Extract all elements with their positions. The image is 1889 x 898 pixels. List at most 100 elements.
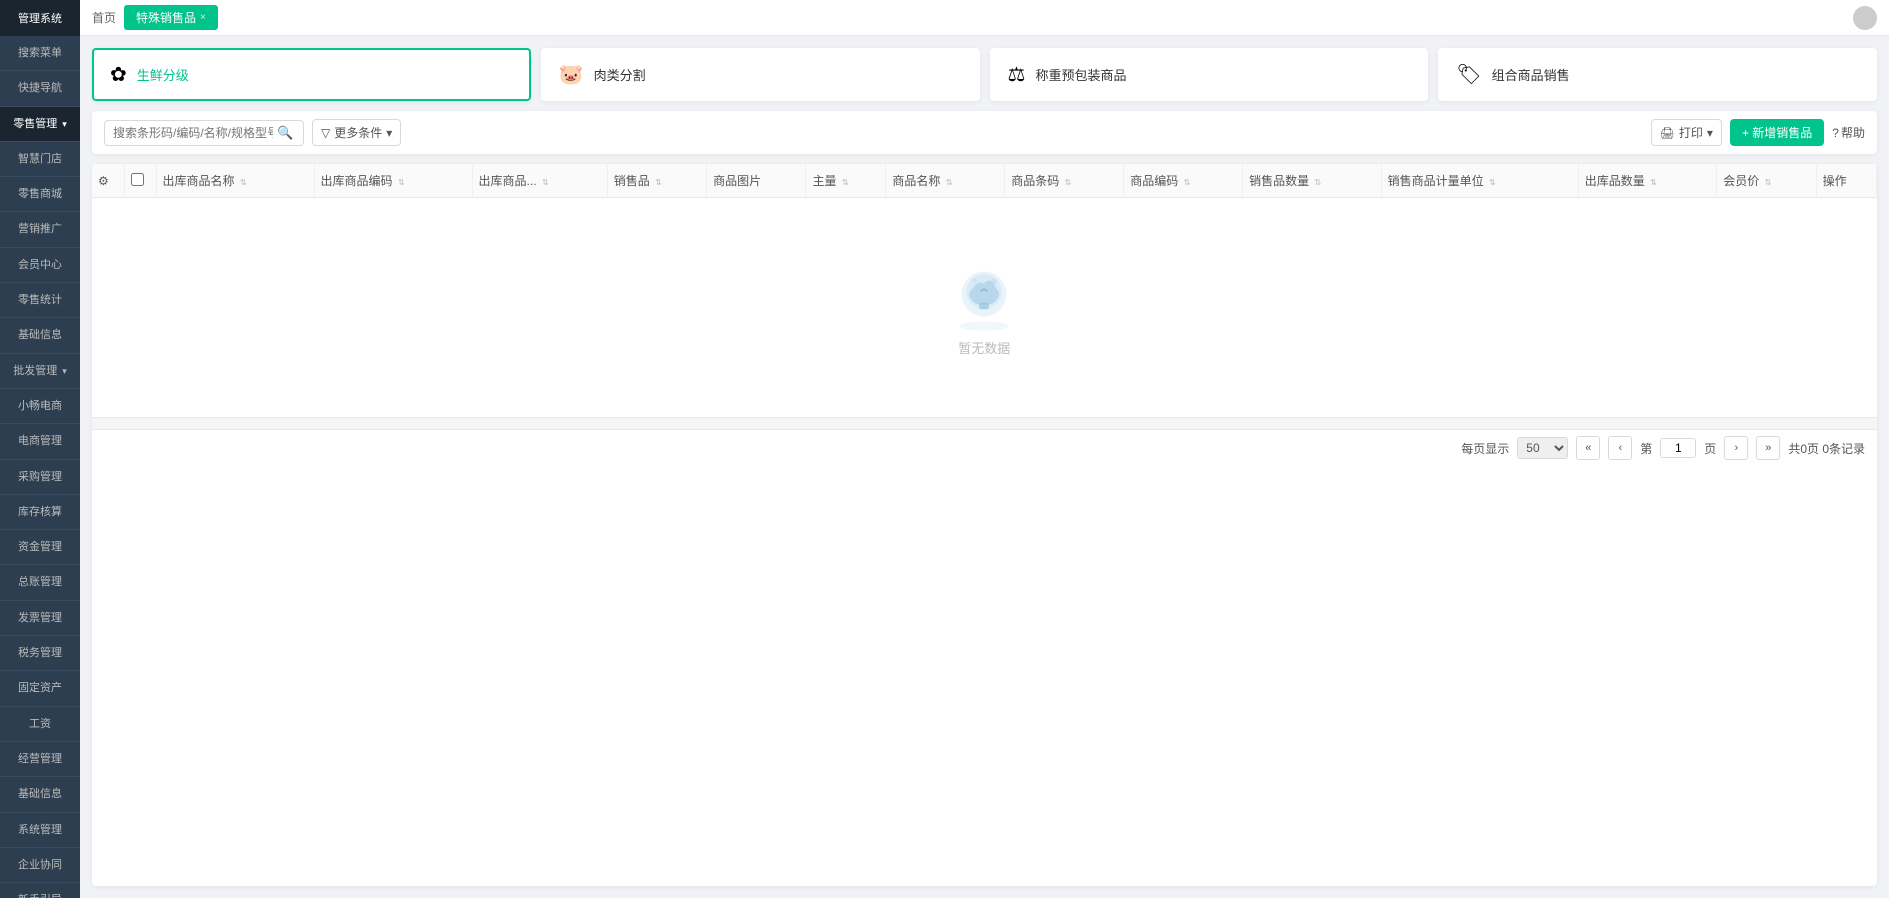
sort-icon-sales-unit: ⇅	[1489, 178, 1496, 187]
total-info: 共0页 0条记录	[1788, 440, 1865, 457]
sort-icon-sales-goods: ⇅	[655, 178, 662, 187]
active-tab-label: 特殊销售品	[136, 9, 196, 26]
page-input[interactable]	[1660, 438, 1696, 458]
th-goods-code[interactable]: 商品编码 ⇅	[1124, 164, 1243, 198]
sidebar-item-member-center[interactable]: 会员中心	[0, 248, 80, 283]
filter-button[interactable]: ▽ 更多条件 ▾	[312, 119, 401, 146]
th-sales-goods[interactable]: 销售品 ⇅	[607, 164, 706, 198]
th-member-price[interactable]: 会员价 ⇅	[1717, 164, 1816, 198]
last-page-button[interactable]: »	[1756, 436, 1780, 460]
content-area: ✿ 生鲜分级 🐷 肉类分割 ⚖ 称重预包装商品 🏷 组合商品销售 🔍	[80, 36, 1889, 898]
th-weight[interactable]: 主量 ⇅	[806, 164, 886, 198]
weight-pack-icon: ⚖	[1008, 62, 1026, 87]
toolbar: 🔍 ▽ 更多条件 ▾ 🖨 打印 ▾ + 新增销售品 ? 帮助	[92, 111, 1877, 154]
th-settings[interactable]: ⚙	[92, 164, 124, 198]
sidebar-item-invoice-mgmt[interactable]: 发票管理	[0, 601, 80, 636]
sidebar-item-mini-ecomm[interactable]: 小畅电商	[0, 389, 80, 424]
topbar-active-tab[interactable]: 特殊销售品 ×	[124, 5, 218, 30]
help-button[interactable]: ? 帮助	[1832, 124, 1865, 141]
sidebar-item-wholesale-mgmt[interactable]: 批发管理	[0, 354, 80, 389]
search-box[interactable]: 🔍	[104, 120, 304, 146]
sidebar-item-finance[interactable]: 资金管理	[0, 530, 80, 565]
th-barcode[interactable]: 商品条码 ⇅	[1005, 164, 1124, 198]
sort-icon-member-price: ⇅	[1765, 178, 1772, 187]
print-arrow-icon: ▾	[1707, 126, 1713, 140]
tab-card-weight-pack[interactable]: ⚖ 称重预包装商品	[990, 48, 1429, 101]
meat-split-icon: 🐷	[559, 62, 584, 87]
tab-card-combo-sales[interactable]: 🏷 组合商品销售	[1438, 48, 1877, 101]
page-of-label: 页	[1704, 440, 1716, 457]
fresh-grade-label: 生鲜分级	[137, 65, 189, 84]
th-checkbox[interactable]	[124, 164, 156, 198]
filter-arrow-icon: ▾	[386, 126, 392, 140]
prev-page-button[interactable]: ‹	[1608, 436, 1632, 460]
fresh-grade-icon: ✿	[110, 62, 127, 87]
print-button[interactable]: 🖨 打印 ▾	[1651, 119, 1722, 146]
sort-icon-barcode: ⇅	[1065, 178, 1072, 187]
tab-cards-row: ✿ 生鲜分级 🐷 肉类分割 ⚖ 称重预包装商品 🏷 组合商品销售	[92, 48, 1877, 101]
help-icon: ?	[1832, 126, 1839, 140]
next-page-button[interactable]: ›	[1724, 436, 1748, 460]
sidebar-item-retail-mall[interactable]: 零售商城	[0, 177, 80, 212]
data-table: ⚙ 出库商品名称 ⇅ 出库商品编码 ⇅	[92, 164, 1877, 417]
sidebar-item-retail-mgmt[interactable]: 零售管理	[0, 107, 80, 142]
tab-card-meat-split[interactable]: 🐷 肉类分割	[541, 48, 980, 101]
table-container: ⚙ 出库商品名称 ⇅ 出库商品编码 ⇅	[92, 164, 1877, 886]
sidebar-item-sys-mgmt[interactable]: 系统管理	[0, 813, 80, 848]
sidebar-item-tax-mgmt[interactable]: 税务管理	[0, 636, 80, 671]
th-goods-name[interactable]: 商品名称 ⇅	[886, 164, 1005, 198]
sidebar-item-fixed-assets[interactable]: 固定资产	[0, 671, 80, 706]
first-page-button[interactable]: «	[1576, 436, 1600, 460]
sort-icon-out-goods-abbr: ⇅	[542, 178, 549, 187]
topbar-home[interactable]: 首页	[92, 9, 116, 26]
page-label: 第	[1640, 440, 1652, 457]
th-out-goods-name[interactable]: 出库商品名称 ⇅	[156, 164, 314, 198]
select-all-checkbox[interactable]	[131, 173, 144, 186]
sidebar: 管理系统 搜索菜单 快捷导航 零售管理 智慧门店 零售商城 营销推广 会员中心 …	[0, 0, 80, 898]
close-tab-icon[interactable]: ×	[200, 12, 206, 23]
search-icon[interactable]: 🔍	[277, 125, 293, 141]
sidebar-item-basic-info2[interactable]: 基础信息	[0, 777, 80, 812]
sidebar-item-wages[interactable]: 工资	[0, 707, 80, 742]
per-page-select[interactable]: 10 20 50 100	[1517, 437, 1568, 459]
empty-illustration	[944, 258, 1024, 338]
sidebar-item-general-ledger[interactable]: 总账管理	[0, 565, 80, 600]
th-sales-unit[interactable]: 销售商品计量单位 ⇅	[1381, 164, 1578, 198]
toolbar-right: 🖨 打印 ▾ + 新增销售品 ? 帮助	[1651, 119, 1865, 146]
pagination-bar: 每页显示 10 20 50 100 « ‹ 第 页 › » 共0页 0条记录	[92, 429, 1877, 466]
tab-card-fresh-grade[interactable]: ✿ 生鲜分级	[92, 48, 531, 101]
th-out-goods-abbr[interactable]: 出库商品... ⇅	[472, 164, 607, 198]
th-out-qty[interactable]: 出库品数量 ⇅	[1578, 164, 1716, 198]
user-avatar	[1853, 6, 1877, 30]
print-icon: 🖨	[1660, 126, 1675, 140]
empty-state: 暂无数据	[92, 198, 1877, 417]
sidebar-item-ecomm-mgmt[interactable]: 电商管理	[0, 424, 80, 459]
sidebar-item-basic-info[interactable]: 基础信息	[0, 318, 80, 353]
filter-icon: ▽	[321, 126, 330, 140]
th-sales-qty[interactable]: 销售品数量 ⇅	[1243, 164, 1381, 198]
table-header-row: ⚙ 出库商品名称 ⇅ 出库商品编码 ⇅	[92, 164, 1877, 198]
sidebar-logo: 管理系统	[0, 0, 80, 36]
sidebar-item-corp-agreement[interactable]: 企业协同	[0, 848, 80, 883]
sort-icon-sales-qty: ⇅	[1315, 178, 1322, 187]
sidebar-item-search-menu[interactable]: 搜索菜单	[0, 36, 80, 71]
th-out-goods-code[interactable]: 出库商品编码 ⇅	[314, 164, 472, 198]
sort-icon-goods-name: ⇅	[946, 178, 953, 187]
add-sales-button[interactable]: + 新增销售品	[1730, 119, 1824, 146]
sidebar-item-purchase-mgmt[interactable]: 采购管理	[0, 460, 80, 495]
sidebar-item-retail-stats[interactable]: 零售统计	[0, 283, 80, 318]
search-input[interactable]	[113, 126, 273, 140]
combo-sales-label: 组合商品销售	[1492, 65, 1570, 84]
topbar: 首页 特殊销售品 ×	[80, 0, 1889, 36]
main-area: 首页 特殊销售品 × ✿ 生鲜分级 🐷 肉类分割 ⚖ 称重预包装商品	[80, 0, 1889, 898]
sort-icon-out-qty: ⇅	[1650, 178, 1657, 187]
sidebar-item-smart-store[interactable]: 智慧门店	[0, 142, 80, 177]
sidebar-item-inventory[interactable]: 库存核算	[0, 495, 80, 530]
sidebar-item-operations[interactable]: 经营管理	[0, 742, 80, 777]
sidebar-item-sales-promo[interactable]: 营销推广	[0, 212, 80, 247]
sidebar-item-new-guide[interactable]: 新手引导	[0, 883, 80, 898]
sidebar-item-quick-nav[interactable]: 快捷导航	[0, 71, 80, 106]
topbar-right	[1853, 6, 1877, 30]
horizontal-scrollbar[interactable]	[92, 417, 1877, 429]
combo-sales-icon: 🏷	[1456, 62, 1481, 87]
